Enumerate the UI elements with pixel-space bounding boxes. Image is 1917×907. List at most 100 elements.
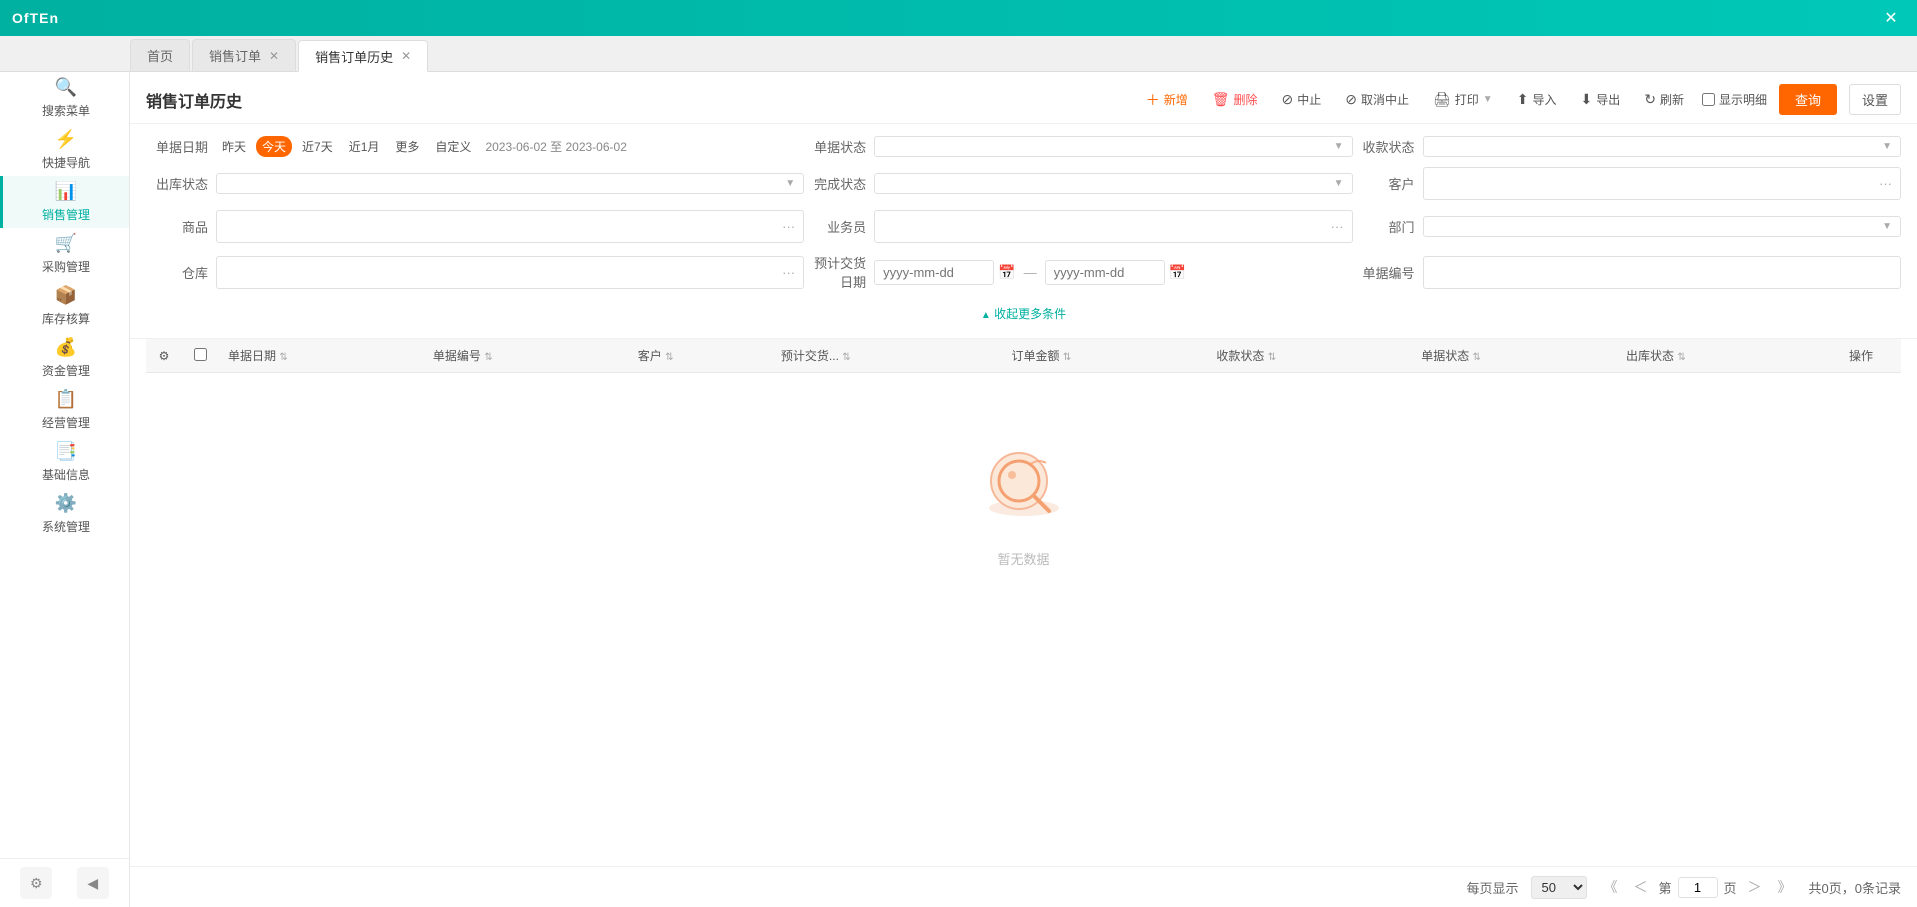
department-select[interactable]: ▼ (1423, 216, 1901, 237)
sidebar-item-purchase-mgmt[interactable]: 🛒 采购管理 (0, 228, 129, 280)
filter-col-customer: 客户 ··· (1353, 167, 1901, 200)
sidebar-item-ops-mgmt[interactable]: 📋 经营管理 (0, 384, 129, 436)
tab-sales-order-close[interactable]: ✕ (269, 49, 279, 63)
tab-sales-order[interactable]: 销售订单 ✕ (192, 39, 296, 71)
tab-sales-order-label: 销售订单 (209, 46, 261, 65)
basic-info-icon: 📑 (55, 441, 77, 462)
first-page-btn[interactable]: 《 (1599, 875, 1623, 899)
th-settings: ⚙ (146, 339, 182, 373)
settings-icon[interactable]: ⚙ (159, 349, 170, 363)
salesperson-dots-btn[interactable]: ··· (1331, 219, 1344, 234)
quick-nav-icon: ⚡ (55, 129, 77, 150)
filter-col-order-status: 单据状态 ▼ (804, 136, 1352, 157)
salesperson-input-wrap: ··· (874, 210, 1352, 243)
th-amount-sort-icon[interactable]: ⇅ (1063, 352, 1071, 363)
print-button[interactable]: 🖨 打印 ▼ (1427, 87, 1499, 112)
goods-dots-btn[interactable]: ··· (782, 219, 795, 234)
complete-status-select[interactable]: ▼ (874, 173, 1352, 194)
th-order-no-sort-icon[interactable]: ⇅ (484, 352, 492, 363)
page-header: 销售订单历史 ＋ 新增 🗑 删除 ⊘ 中止 ⊘ 取消中止 (130, 72, 1917, 124)
order-status-label: 单据状态 (804, 137, 874, 156)
current-page-input[interactable] (1678, 877, 1718, 898)
date-last7-btn[interactable]: 近7天 (296, 136, 339, 157)
window-close-button[interactable]: ✕ (1877, 4, 1905, 32)
display-toggle-checkbox[interactable] (1702, 93, 1715, 106)
th-order-status-sort-icon[interactable]: ⇅ (1473, 352, 1481, 363)
date-yesterday-btn[interactable]: 昨天 (216, 136, 252, 157)
sidebar-item-quick-nav-label: 快捷导航 (42, 154, 90, 171)
department-chevron: ▼ (1882, 221, 1892, 232)
customer-dots-btn[interactable]: ··· (1879, 176, 1892, 191)
import-button[interactable]: ⬆ 导入 (1511, 87, 1563, 112)
sidebar-item-fund-mgmt[interactable]: 💰 资金管理 (0, 332, 129, 384)
delivery-date-label: 预计交货日期 (804, 253, 874, 291)
per-page-select[interactable]: 50 10 20 100 (1531, 876, 1587, 899)
date-today-btn[interactable]: 今天 (256, 136, 292, 157)
date-last1m-btn[interactable]: 近1月 (343, 136, 386, 157)
collapse-row[interactable]: ▲ 收起更多条件 (146, 301, 1901, 326)
out-status-select[interactable]: ▼ (216, 173, 804, 194)
collapse-label: 收起更多条件 (994, 307, 1066, 321)
sidebar-item-inventory-calc[interactable]: 📦 库存核算 (0, 280, 129, 332)
sidebar-item-quick-nav[interactable]: ⚡ 快捷导航 (0, 124, 129, 176)
th-delivery-date-label: 预计交货... (781, 349, 839, 363)
per-page-label: 每页显示 (1466, 878, 1518, 897)
data-table: ⚙ 单据日期 ⇅ 单据编号 ⇅ (146, 339, 1901, 373)
th-payment-status: 收款状态 ⇅ (1206, 339, 1411, 373)
import-label: 导入 (1532, 91, 1556, 108)
export-button[interactable]: ⬇ 导出 (1574, 87, 1626, 112)
goods-input[interactable] (225, 215, 774, 238)
th-payment-status-sort-icon[interactable]: ⇅ (1268, 352, 1276, 363)
warehouse-dots-btn[interactable]: ··· (782, 265, 795, 280)
next-page-btn[interactable]: ＞ (1743, 875, 1767, 899)
tab-sales-history-close[interactable]: ✕ (401, 49, 411, 63)
select-all-checkbox[interactable] (194, 348, 207, 361)
sidebar-item-ops-mgmt-label: 经营管理 (42, 414, 90, 431)
date-more-btn[interactable]: 更多 (389, 136, 425, 157)
order-no-input[interactable] (1432, 261, 1892, 284)
th-date-sort-icon[interactable]: ⇅ (279, 352, 287, 363)
order-status-select[interactable]: ▼ (874, 136, 1352, 157)
sidebar-item-sales-mgmt[interactable]: 📊 销售管理 (0, 176, 129, 228)
query-button[interactable]: 查询 (1779, 84, 1837, 115)
calendar-to-icon[interactable]: 📅 (1169, 264, 1186, 281)
sidebar-item-basic-info[interactable]: 📑 基础信息 (0, 436, 129, 488)
order-no-label: 单据编号 (1353, 263, 1423, 282)
sidebar-item-system-mgmt[interactable]: ⚙️ 系统管理 (0, 488, 129, 540)
filter-col-complete-status: 完成状态 ▼ (804, 173, 1352, 194)
content-area: 销售订单历史 ＋ 新增 🗑 删除 ⊘ 中止 ⊘ 取消中止 (130, 72, 1917, 907)
sidebar-collapse-icon[interactable]: ◀ (77, 867, 109, 899)
payment-status-select[interactable]: ▼ (1423, 136, 1901, 157)
sidebar-settings-icon[interactable]: ⚙ (20, 867, 52, 899)
customer-input[interactable] (1432, 172, 1871, 195)
salesperson-input[interactable] (883, 215, 1322, 238)
filter-col-department: 部门 ▼ (1353, 216, 1901, 237)
filter-col-delivery-date: 预计交货日期 📅 — 📅 (804, 253, 1352, 291)
date-custom-btn[interactable]: 自定义 (429, 136, 477, 157)
refresh-button[interactable]: ↻ 刷新 (1638, 87, 1690, 112)
delivery-date-from-input[interactable] (874, 260, 994, 285)
print-icon: 🖨 (1433, 91, 1451, 108)
th-delivery-date-sort-icon[interactable]: ⇅ (842, 352, 850, 363)
delete-button[interactable]: 🗑 删除 (1206, 87, 1264, 112)
th-order-no: 单据编号 ⇅ (423, 339, 628, 373)
calendar-from-icon[interactable]: 📅 (998, 264, 1015, 281)
stop-button[interactable]: ⊘ 中止 (1276, 87, 1328, 112)
warehouse-input[interactable] (225, 261, 774, 284)
add-button[interactable]: ＋ 新增 (1140, 86, 1194, 114)
th-customer-sort-icon[interactable]: ⇅ (665, 352, 673, 363)
last-page-btn[interactable]: 》 (1773, 875, 1797, 899)
tab-home[interactable]: 首页 (130, 39, 190, 71)
sidebar-item-purchase-mgmt-label: 采购管理 (42, 258, 90, 275)
delivery-date-to-input[interactable] (1045, 260, 1165, 285)
print-dropdown-icon: ▼ (1483, 94, 1493, 105)
settings-button[interactable]: 设置 (1849, 84, 1901, 115)
cancel-stop-button[interactable]: ⊘ 取消中止 (1339, 87, 1415, 112)
th-out-status-sort-icon[interactable]: ⇅ (1677, 352, 1685, 363)
complete-status-label: 完成状态 (804, 174, 874, 193)
complete-status-chevron: ▼ (1334, 178, 1344, 189)
sidebar-item-search-menu[interactable]: 🔍 搜索菜单 (0, 72, 129, 124)
tab-sales-history[interactable]: 销售订单历史 ✕ (298, 40, 428, 72)
toolbar: ＋ 新增 🗑 删除 ⊘ 中止 ⊘ 取消中止 🖨 打印 (1140, 84, 1901, 115)
prev-page-btn[interactable]: ＜ (1629, 875, 1653, 899)
